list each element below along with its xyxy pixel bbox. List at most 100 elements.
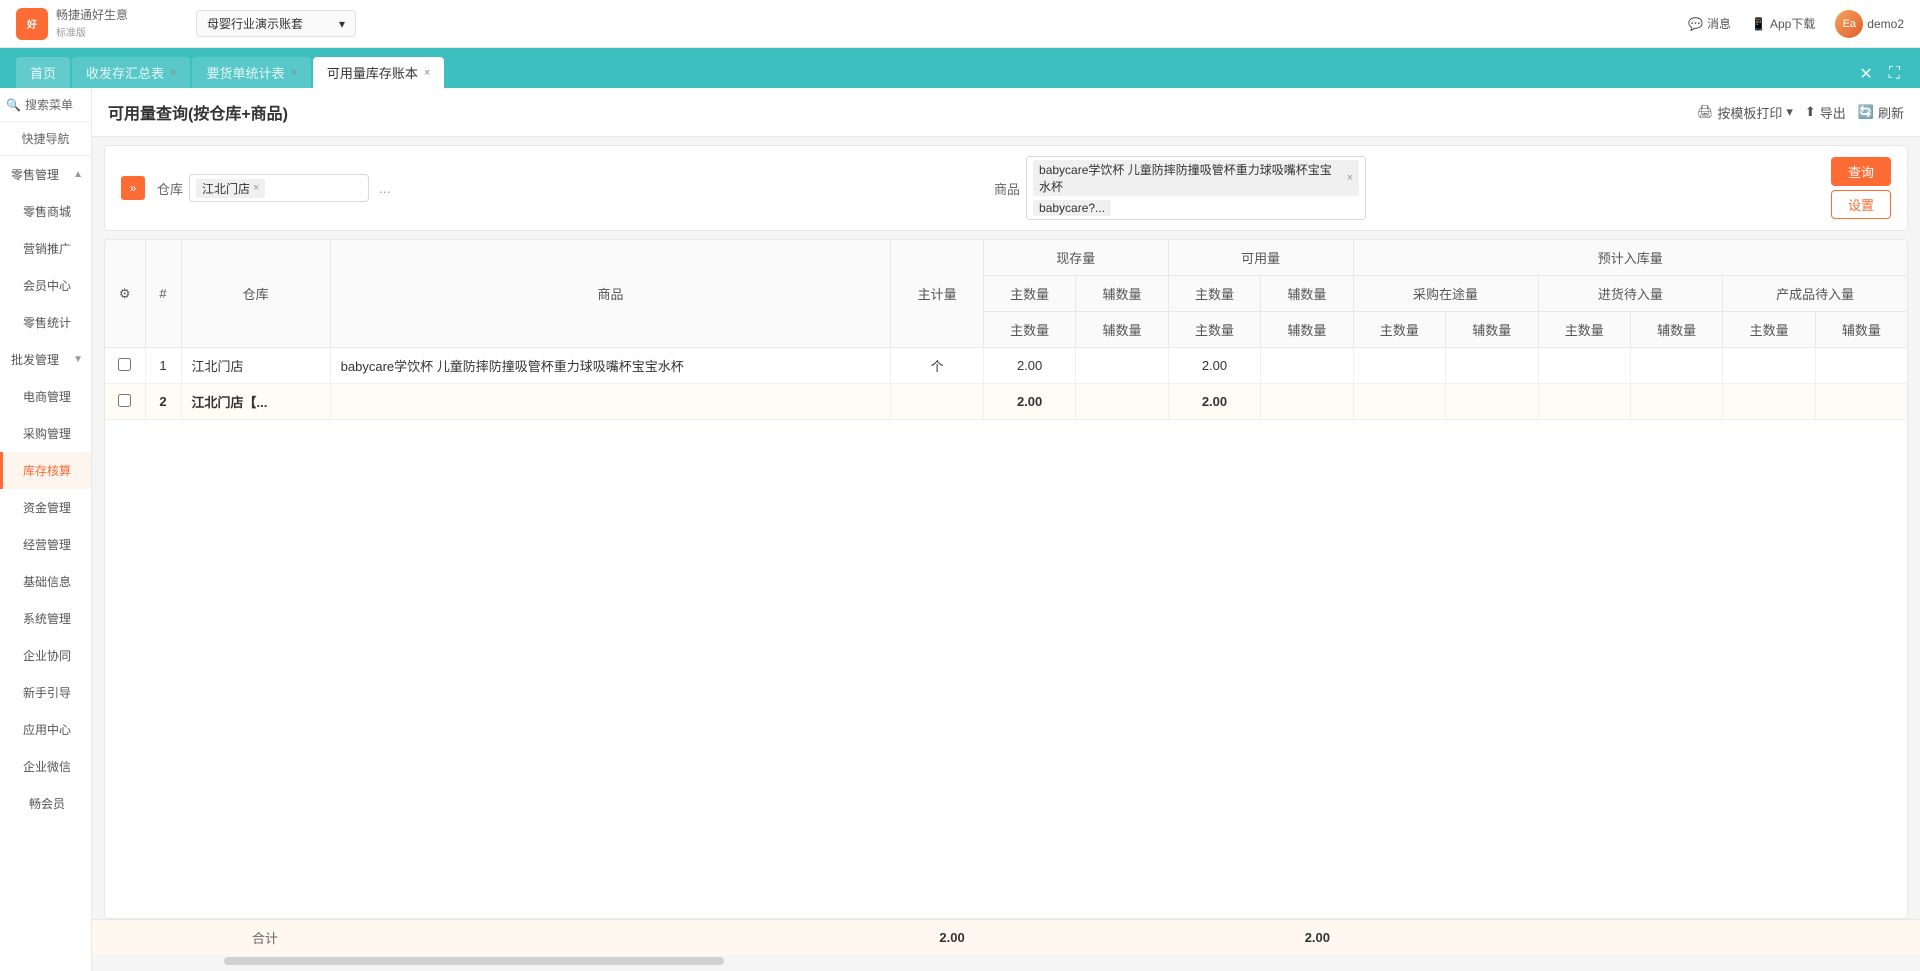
sidebar-item-member[interactable]: 会员中心 (0, 267, 91, 304)
h-inc-main: 主数量 (1538, 312, 1630, 348)
tab-keyongliang[interactable]: 可用量库存账本 × (313, 57, 444, 88)
messages-label: 消息 (1707, 15, 1731, 32)
h-avail-main: 主数量 (1168, 312, 1260, 348)
app-download-btn[interactable]: 📱 App下载 (1751, 15, 1815, 32)
sidebar-item-retail-mall[interactable]: 零售商城 (0, 193, 91, 230)
tab1-close[interactable]: × (170, 67, 176, 79)
sidebar-item-purchase[interactable]: 采购管理 (0, 415, 91, 452)
col-unit-header: 主计量 (891, 240, 983, 348)
sidebar-item-system[interactable]: 系统管理 (0, 600, 91, 637)
sidebar-item-operations[interactable]: 经营管理 (0, 526, 91, 563)
data-table: ⚙ # 仓库 商品 主计量 现存量 可用量 预计入库量 主数量 辅数量 主数量 (105, 240, 1907, 420)
row-product: babycare学饮杯 儿童防摔防撞吸管杯重力球吸嘴杯宝宝水杯 (330, 348, 891, 384)
sidebar-item-finance[interactable]: 资金管理 (0, 489, 91, 526)
sidebar-item-marketing[interactable]: 营销推广 (0, 230, 91, 267)
sidebar-item-vip[interactable]: 畅会员 (0, 785, 91, 822)
expand-tabs[interactable]: ⛶ (1885, 61, 1904, 87)
warehouse-tag-close[interactable]: × (253, 182, 259, 194)
refresh-btn[interactable]: 🔄 刷新 (1858, 103, 1904, 122)
table-row: 2 江北门店【... 2.00 2.00 (105, 384, 1907, 420)
user-profile[interactable]: Ea demo2 (1835, 10, 1904, 38)
sidebar-item-enterprise[interactable]: 企业协同 (0, 637, 91, 674)
row-num: 1 (145, 348, 181, 384)
warehouse-filter-group: 仓库 江北门店 × ... (157, 174, 982, 202)
row-current-main: 2.00 (983, 348, 1075, 384)
product-tag1-text: babycare学饮杯 儿童防摔防撞吸管杯重力球吸嘴杯宝宝水杯 (1039, 161, 1344, 195)
col-sub-purchase: 采购在途量 (1353, 276, 1538, 312)
h-prod-aux: 辅数量 (1815, 312, 1907, 348)
content-area: 可用量查询(按仓库+商品) 🖨 按模板打印 ▾ ⬆ 导出 🔄 刷新 (92, 88, 1920, 971)
footer-label: 合计 (102, 928, 278, 947)
inventory-label: 库存核算 (23, 462, 71, 479)
row-purchase-aux (1446, 384, 1538, 420)
col-warehouse-header: 仓库 (181, 240, 330, 348)
sidebar-item-inventory[interactable]: 库存核算 (0, 452, 91, 489)
col-settings[interactable]: ⚙ (105, 240, 145, 348)
row-current-aux (1076, 384, 1168, 420)
filter-expand-btn[interactable]: » (121, 176, 145, 200)
page-header-actions: 🖨 按模板打印 ▾ ⬆ 导出 🔄 刷新 (1697, 103, 1904, 134)
tab-yaohuo[interactable]: 要货单统计表 × (192, 57, 310, 88)
bottom-scrollbar[interactable] (104, 955, 1908, 967)
sidebar-item-wholesale[interactable]: 批发管理 ▼ (0, 341, 91, 378)
filter-bar: » 仓库 江北门店 × ... 商品 babycare学饮杯 儿童防摔防撞吸管杯… (104, 145, 1908, 231)
retail-mgmt-arrow: ▲ (73, 169, 83, 180)
dropdown-icon: ▾ (339, 17, 345, 31)
newbie-label: 新手引导 (23, 684, 71, 701)
h-cur-aux: 辅数量 (1076, 312, 1168, 348)
h-inc-aux: 辅数量 (1630, 312, 1722, 348)
tab3-close[interactable]: × (424, 67, 430, 79)
refresh-icon: 🔄 (1858, 104, 1874, 120)
footer-current-main: 2.00 (939, 930, 964, 945)
row-checkbox[interactable] (105, 348, 145, 384)
sidebar-item-newbie[interactable]: 新手引导 (0, 674, 91, 711)
download-icon: 📱 (1751, 17, 1766, 31)
ecommerce-label: 电商管理 (23, 388, 71, 405)
product-tag1[interactable]: babycare学饮杯 儿童防摔防撞吸管杯重力球吸嘴杯宝宝水杯 × (1033, 160, 1359, 196)
product-tag2[interactable]: babycare?... (1033, 200, 1111, 216)
tab-shoufacun[interactable]: 收发存汇总表 × (72, 57, 190, 88)
row-checkbox[interactable] (105, 384, 145, 420)
sidebar-search[interactable]: 🔍 搜索菜单 (0, 88, 91, 122)
product-filter-tags[interactable]: babycare学饮杯 儿童防摔防撞吸管杯重力球吸嘴杯宝宝水杯 × babyca… (1026, 156, 1366, 220)
print-btn[interactable]: 🖨 按模板打印 ▾ (1697, 103, 1793, 122)
quick-nav[interactable]: 快捷导航 (0, 122, 91, 156)
row-production-main (1723, 348, 1815, 384)
nav-tab-controls: ✕ ⛶ (1855, 60, 1904, 88)
product-tag2-text: babycare?... (1039, 201, 1105, 215)
h-prod-main: 主数量 (1723, 312, 1815, 348)
wholesale-label: 批发管理 (11, 351, 59, 368)
sidebar-item-retail-stats[interactable]: 零售统计 (0, 304, 91, 341)
col-product-header: 商品 (330, 240, 891, 348)
close-all-tabs[interactable]: ✕ (1855, 60, 1876, 88)
row-incoming-aux (1630, 384, 1722, 420)
sidebar-item-retail-mgmt[interactable]: 零售管理 ▲ (0, 156, 91, 193)
product-tag1-close[interactable]: × (1347, 172, 1353, 184)
purchase-label: 采购管理 (23, 425, 71, 442)
export-btn[interactable]: ⬆ 导出 (1805, 103, 1846, 122)
industry-selector[interactable]: 母婴行业演示账套 ▾ (196, 10, 356, 37)
query-button[interactable]: 查询 (1831, 157, 1891, 186)
sidebar-item-basic-info[interactable]: 基础信息 (0, 563, 91, 600)
setting-button[interactable]: 设置 (1831, 190, 1891, 219)
search-icon: 🔍 (6, 98, 21, 112)
sidebar-item-app-center[interactable]: 应用中心 (0, 711, 91, 748)
h-cur-main: 主数量 (983, 312, 1075, 348)
warehouse-filter-tags[interactable]: 江北门店 × (189, 174, 369, 202)
sidebar-item-ecommerce[interactable]: 电商管理 (0, 378, 91, 415)
warehouse-tag-text: 江北门店 (202, 180, 250, 197)
sidebar-item-wechat[interactable]: 企业微信 (0, 748, 91, 785)
refresh-label: 刷新 (1878, 103, 1904, 122)
nav-tabs: 首页 收发存汇总表 × 要货单统计表 × 可用量库存账本 × ✕ ⛶ (0, 48, 1920, 88)
col-group-available: 可用量 (1168, 240, 1353, 276)
row-production-aux (1815, 384, 1907, 420)
wechat-label: 企业微信 (23, 758, 71, 775)
row-incoming-main (1538, 384, 1630, 420)
messages-btn[interactable]: 💬 消息 (1688, 15, 1731, 32)
warehouse-tag[interactable]: 江北门店 × (196, 179, 265, 198)
tab-home[interactable]: 首页 (16, 57, 70, 88)
tab2-close[interactable]: × (290, 67, 296, 79)
col-group-forecast: 预计入库量 (1353, 240, 1907, 276)
scrollbar-thumb[interactable] (224, 957, 724, 965)
col-sub-production: 产成品待入量 (1723, 276, 1907, 312)
